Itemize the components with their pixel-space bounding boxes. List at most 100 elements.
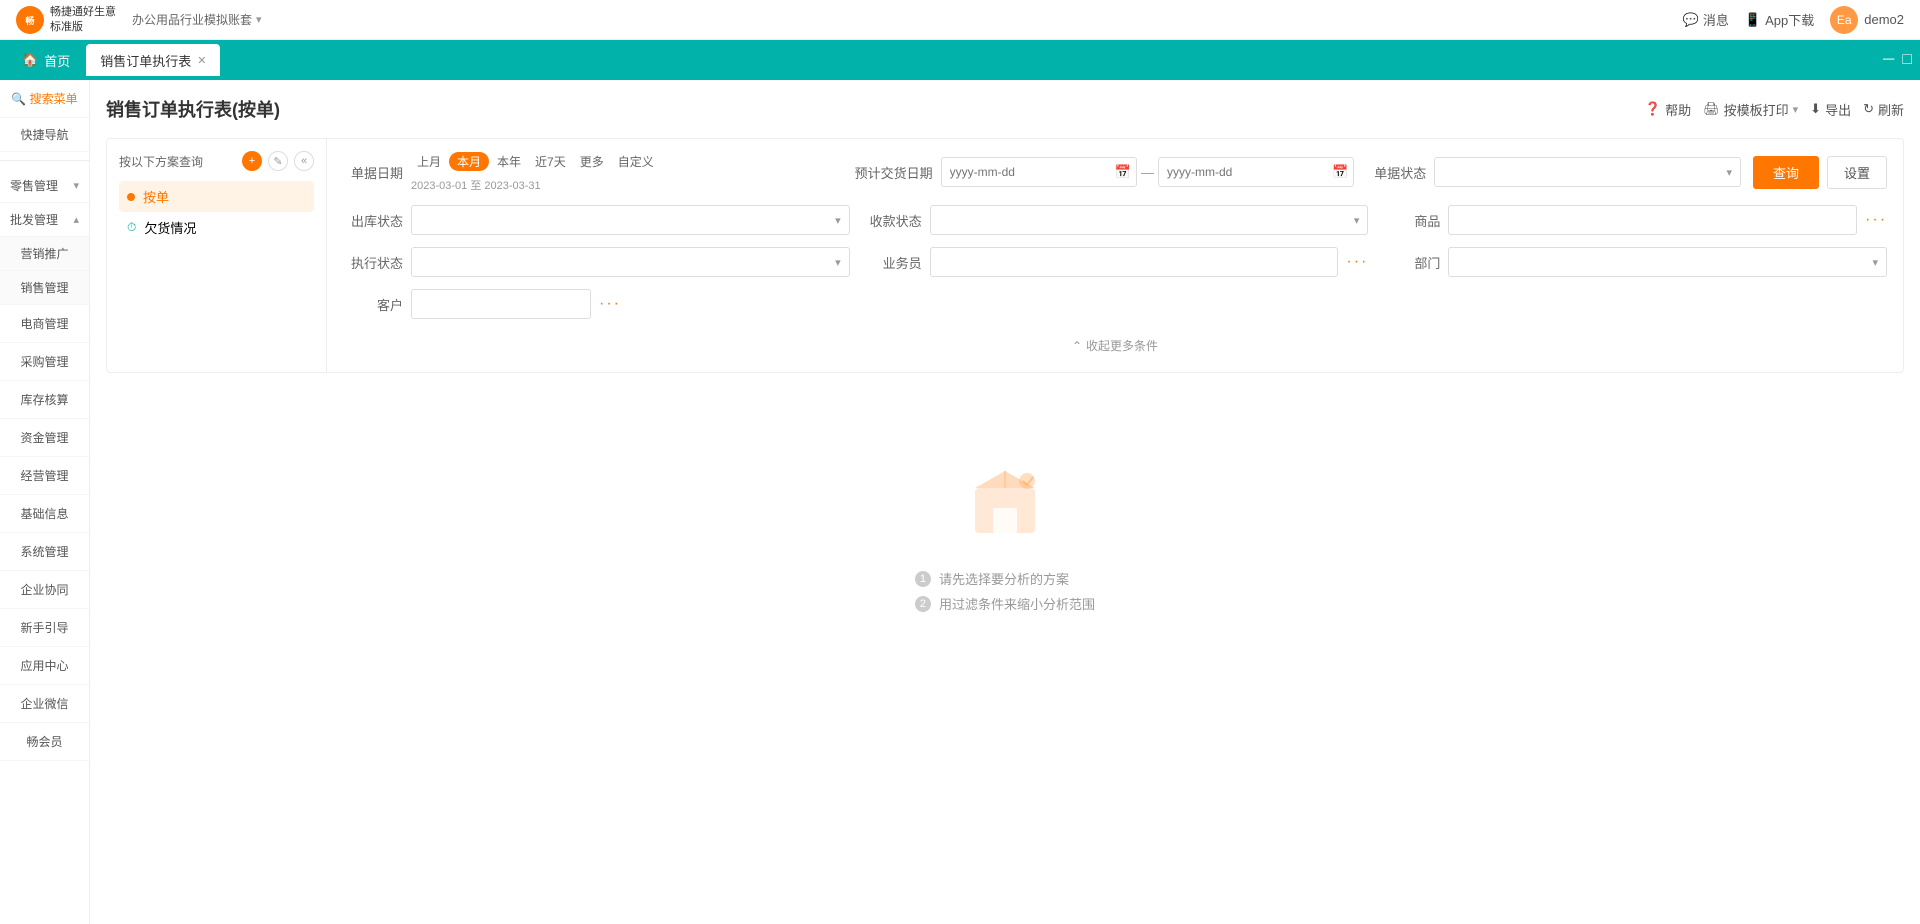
collapse-scheme-btn[interactable]: «	[294, 151, 314, 171]
date-tab-more[interactable]: 更多	[574, 151, 610, 172]
sidebar-item-guide[interactable]: 新手引导	[0, 609, 89, 647]
user-menu[interactable]: Ea demo2	[1830, 6, 1904, 34]
breadcrumb: 办公用品行业模拟账套 ▾	[132, 11, 262, 28]
add-scheme-btn[interactable]: +	[242, 151, 262, 171]
tab-home[interactable]: 🏠 首页	[8, 44, 84, 76]
product-input[interactable]	[1448, 205, 1857, 235]
sidebar-item-wechat[interactable]: 企业微信	[0, 685, 89, 723]
sidebar-item-inventory[interactable]: 库存核算	[0, 381, 89, 419]
filter-row-2: 出库状态 ▾ 收款状态 ▾	[343, 205, 1887, 235]
filter-field-customer: 客户 ···	[343, 289, 853, 319]
expected-date-end-input[interactable]	[1158, 157, 1354, 187]
payment-status-label: 收款状态	[862, 211, 922, 230]
expand-icon: ▾	[73, 179, 79, 192]
filter-field-product: 商品 ···	[1380, 205, 1887, 235]
sidebar-item-wholesale[interactable]: 批发管理 ▴	[0, 203, 89, 237]
dept-select[interactable]: ▾	[1448, 247, 1887, 277]
date-tab-last-month[interactable]: 上月	[411, 151, 447, 172]
date-tab-this-month[interactable]: 本月	[449, 152, 489, 171]
help-icon: ❓	[1645, 101, 1661, 117]
exec-status-select[interactable]: ▾	[411, 247, 850, 277]
filter-panel: 按以下方案查询 + ✎ «	[106, 138, 1904, 373]
date-tab-this-year[interactable]: 本年	[491, 151, 527, 172]
edit-icon: ✎	[273, 155, 282, 168]
payment-status-select[interactable]: ▾	[930, 205, 1369, 235]
sidebar-item-purchase[interactable]: 采购管理	[0, 343, 89, 381]
filter-field-date: 单据日期 上月 本月 本年 近7天 更多 自定义 20	[343, 151, 843, 193]
user-name: demo2	[1864, 12, 1904, 27]
tab-close-icon[interactable]: ✕	[197, 54, 206, 67]
download-icon: 📱	[1745, 12, 1761, 28]
expected-date-range: 📅 — 📅	[941, 157, 1355, 187]
sidebar-item-appstore[interactable]: 应用中心	[0, 647, 89, 685]
date-tab-custom[interactable]: 自定义	[612, 151, 660, 172]
edit-scheme-btn[interactable]: ✎	[268, 151, 288, 171]
filter-field-salesman: 业务员 ···	[862, 247, 1369, 277]
add-icon: +	[249, 155, 255, 167]
dept-dropdown-icon: ▾	[1872, 256, 1878, 269]
customer-input[interactable]	[411, 289, 591, 319]
help-btn[interactable]: ❓ 帮助	[1645, 100, 1691, 119]
salesman-input[interactable]	[930, 247, 1339, 277]
status-select[interactable]: ▾	[1434, 157, 1741, 187]
product-more-icon[interactable]: ···	[1865, 211, 1887, 229]
sidebar-item-member[interactable]: 畅会员	[0, 723, 89, 761]
expected-date-label: 预计交货日期	[855, 163, 933, 182]
app-logo: 畅	[16, 6, 44, 34]
refresh-btn[interactable]: ↻ 刷新	[1863, 100, 1904, 119]
export-icon: ⬇	[1810, 101, 1821, 117]
print-icon: 🖨	[1703, 101, 1720, 117]
settings-button[interactable]: 设置	[1827, 156, 1887, 189]
sidebar-item-enterprise[interactable]: 企业协同	[0, 571, 89, 609]
out-status-select[interactable]: ▾	[411, 205, 850, 235]
status-dropdown-icon: ▾	[1726, 166, 1732, 179]
sidebar-item-finance[interactable]: 资金管理	[0, 419, 89, 457]
out-status-dropdown-icon: ▾	[835, 214, 841, 227]
sidebar-item-marketing[interactable]: 营销推广	[0, 237, 89, 271]
date-range-text: 2023-03-01 至 2023-03-31	[411, 177, 843, 193]
filter-scheme-actions: + ✎ «	[242, 151, 314, 171]
collapse-icon: «	[301, 155, 307, 167]
exec-status-label: 执行状态	[343, 253, 403, 272]
expected-date-end-wrap: 📅	[1158, 157, 1354, 187]
filter-field-expected-date: 预计交货日期 📅 — 📅	[855, 157, 1355, 187]
expected-date-start-input[interactable]	[941, 157, 1137, 187]
sidebar-item-ecommerce[interactable]: 电商管理	[0, 305, 89, 343]
collapse-more-btn[interactable]: ⌃ 收起更多条件	[343, 331, 1887, 360]
sidebar-item-system[interactable]: 系统管理	[0, 533, 89, 571]
message-btn[interactable]: 💬 消息	[1683, 10, 1729, 29]
customer-more-icon[interactable]: ···	[599, 295, 621, 313]
top-header: 畅 畅捷通好生意 标准版 办公用品行业模拟账套 ▾ 💬 消息 📱 App下载 E…	[0, 0, 1920, 40]
filter-fields-panel: 单据日期 上月 本月 本年 近7天 更多 自定义 20	[327, 139, 1903, 372]
tip-num-2: 2	[915, 596, 931, 612]
query-button[interactable]: 查询	[1753, 156, 1819, 189]
filter-field-payment-status: 收款状态 ▾	[862, 205, 1369, 235]
window-minimize-btn[interactable]: ─	[1883, 51, 1894, 69]
app-download-btn[interactable]: 📱 App下载	[1745, 10, 1814, 29]
page-title: 销售订单执行表(按单)	[106, 96, 280, 122]
customer-label: 客户	[343, 295, 403, 314]
scheme-item-欠货情况[interactable]: ⏱ 欠货情况	[119, 212, 314, 243]
collapse-chevron-icon: ⌃	[1072, 339, 1082, 353]
empty-state: 1 请先选择要分析的方案 2 用过滤条件来缩小分析范围	[106, 373, 1904, 693]
salesman-more-icon[interactable]: ···	[1346, 253, 1368, 271]
window-maximize-btn[interactable]: □	[1902, 51, 1912, 69]
template-print-btn[interactable]: 🖨 按模板打印 ▾	[1703, 100, 1798, 119]
export-btn[interactable]: ⬇ 导出	[1810, 100, 1851, 119]
sidebar-item-sales[interactable]: 销售管理	[0, 271, 89, 305]
header-left: 畅 畅捷通好生意 标准版 办公用品行业模拟账套 ▾	[16, 5, 262, 34]
scheme-item-按单[interactable]: 按单	[119, 181, 314, 212]
sidebar-item-basic[interactable]: 基础信息	[0, 495, 89, 533]
sidebar-search[interactable]: 🔍 搜索菜单	[0, 80, 89, 118]
empty-tip-1: 1 请先选择要分析的方案	[915, 569, 1095, 588]
tip-num-1: 1	[915, 571, 931, 587]
sidebar-item-retail[interactable]: 零售管理 ▾	[0, 169, 89, 203]
exec-status-dropdown-icon: ▾	[835, 256, 841, 269]
sidebar-item-operations[interactable]: 经营管理	[0, 457, 89, 495]
sidebar-quicknav[interactable]: 快捷导航	[0, 118, 89, 152]
tab-sales-order-list[interactable]: 销售订单执行表 ✕	[86, 44, 220, 76]
scheme-active-dot	[127, 193, 135, 201]
avatar: Ea	[1830, 6, 1858, 34]
date-tab-7days[interactable]: 近7天	[529, 151, 572, 172]
header-right: 💬 消息 📱 App下载 Ea demo2	[1683, 6, 1904, 34]
